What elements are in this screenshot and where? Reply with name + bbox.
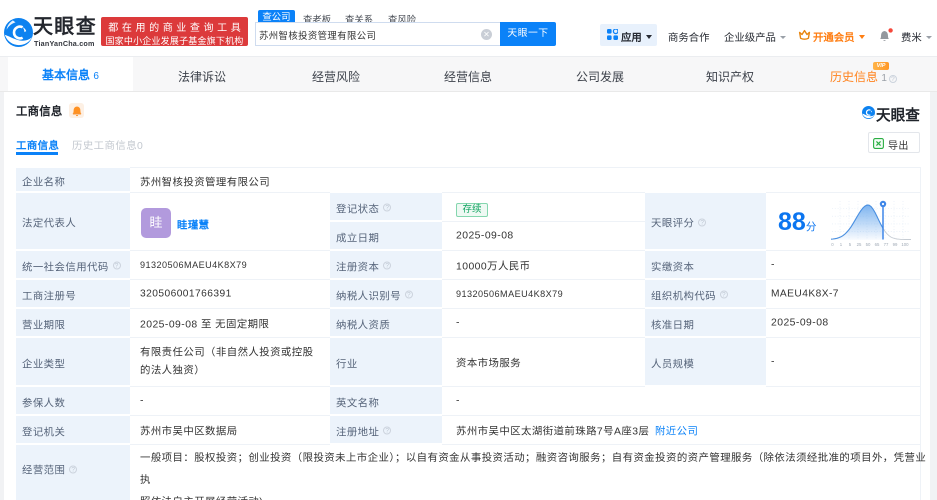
svg-text:25: 25 — [857, 242, 862, 247]
svg-text:99: 99 — [893, 242, 898, 247]
svg-text:1: 1 — [840, 242, 843, 247]
svg-text:5: 5 — [849, 242, 852, 247]
svg-text:100: 100 — [901, 242, 909, 247]
svg-text:65: 65 — [875, 242, 880, 247]
svg-text:0: 0 — [831, 242, 834, 247]
svg-text:77: 77 — [884, 242, 889, 247]
svg-text:50: 50 — [866, 242, 871, 247]
